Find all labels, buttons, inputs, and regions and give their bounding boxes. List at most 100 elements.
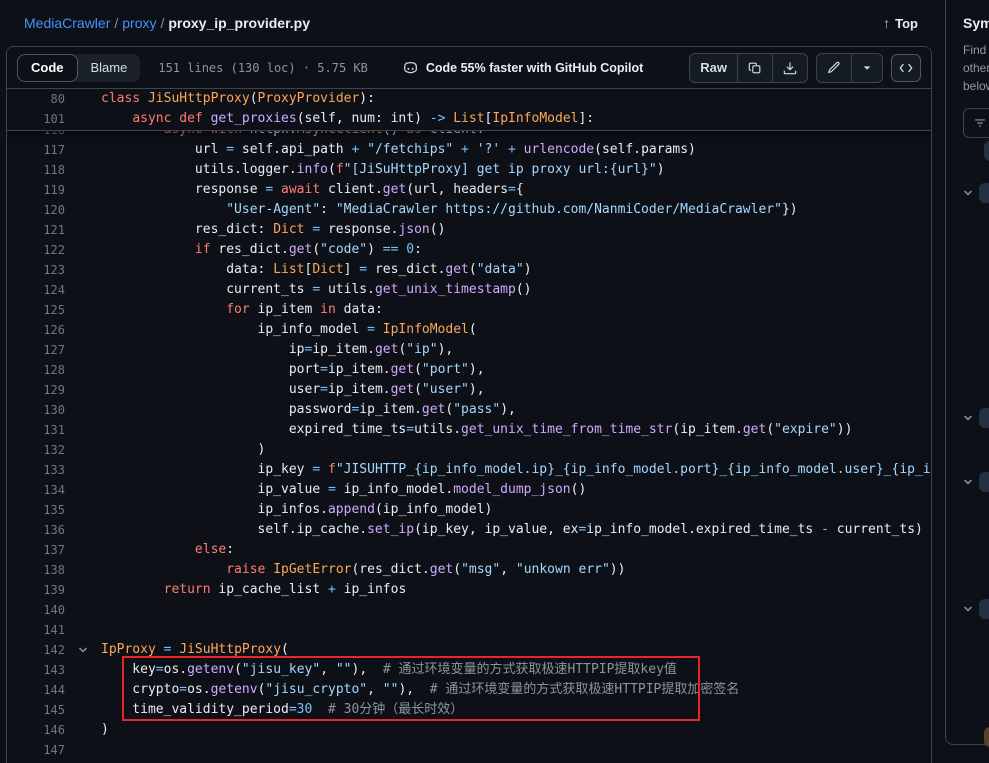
line-number[interactable]: 126	[7, 320, 69, 340]
line-number[interactable]: 121	[7, 220, 69, 240]
copilot-banner[interactable]: Code 55% faster with GitHub Copilot	[402, 59, 643, 76]
line-number[interactable]: 138	[7, 560, 69, 580]
code-text: )	[101, 440, 931, 460]
line-number[interactable]: 130	[7, 400, 69, 420]
symbol-pill[interactable]	[979, 472, 989, 492]
gutter	[69, 160, 101, 180]
line-number[interactable]: 137	[7, 540, 69, 560]
code-line-119: 119 response = await client.get(url, hea…	[7, 180, 931, 200]
symbol-pill[interactable]	[979, 408, 989, 428]
line-number[interactable]: 136	[7, 520, 69, 540]
line-number[interactable]: 131	[7, 420, 69, 440]
chevron-down-icon[interactable]	[962, 187, 974, 199]
gutter	[69, 660, 101, 680]
symbol-item[interactable]	[962, 141, 989, 161]
line-number[interactable]: 140	[7, 600, 69, 620]
line-number[interactable]: 125	[7, 300, 69, 320]
code-text	[101, 600, 931, 620]
edit-dropdown-button[interactable]	[851, 54, 882, 82]
chevron-down-icon[interactable]	[962, 412, 974, 424]
symbol-item[interactable]	[962, 727, 989, 747]
symbol-pill[interactable]	[979, 599, 989, 619]
line-number[interactable]: 120	[7, 200, 69, 220]
scroll-to-top-button[interactable]: ↑ Top	[883, 15, 918, 31]
line-number[interactable]: 127	[7, 340, 69, 360]
line-number[interactable]: 124	[7, 280, 69, 300]
edit-button[interactable]	[817, 54, 851, 82]
code-text: ip_value = ip_info_model.model_dump_json…	[101, 480, 931, 500]
gutter	[69, 380, 101, 400]
raw-button[interactable]: Raw	[690, 54, 737, 82]
gutter	[69, 540, 101, 560]
github-file-page: MediaCrawler/proxy/proxy_ip_provider.py …	[0, 0, 989, 763]
code-text: if res_dict.get("code") == 0:	[101, 240, 931, 260]
line-number[interactable]: 139	[7, 580, 69, 600]
line-number[interactable]: 119	[7, 180, 69, 200]
top-label: Top	[895, 16, 918, 31]
symbol-item[interactable]	[962, 408, 989, 428]
line-number[interactable]: 123	[7, 260, 69, 280]
symbols-filter-input[interactable]	[963, 108, 989, 138]
chevron-down-icon[interactable]	[962, 476, 974, 488]
line-number[interactable]: 135	[7, 500, 69, 520]
download-icon	[783, 61, 797, 75]
line-number[interactable]: 143	[7, 660, 69, 680]
line-number[interactable]: 147	[7, 740, 69, 760]
code-text	[101, 620, 931, 640]
download-button[interactable]	[772, 54, 807, 82]
gutter	[69, 320, 101, 340]
code-line-138: 138 raise IpGetError(res_dict.get("msg",…	[7, 560, 931, 580]
code-text: ip=ip_item.get("ip"),	[101, 340, 931, 360]
code-line-145: 145 time_validity_period=30 # 30分钟（最长时效）	[7, 700, 931, 720]
arrow-up-icon: ↑	[883, 15, 890, 31]
code-line-101: 101 async def get_proxies(self, num: int…	[7, 109, 931, 129]
code-line-117: 117 url = self.api_path + "/fetchips" + …	[7, 140, 931, 160]
code-line-121: 121 res_dict: Dict = response.json()	[7, 220, 931, 240]
symbol-item[interactable]	[962, 472, 989, 492]
line-number[interactable]: 141	[7, 620, 69, 640]
code-lines: 116 async with httpx.AsyncClient() as cl…	[7, 89, 931, 760]
line-number[interactable]: 128	[7, 360, 69, 380]
code-line-134: 134 ip_value = ip_info_model.model_dump_…	[7, 480, 931, 500]
line-number[interactable]: 117	[7, 140, 69, 160]
symbols-panel-title: Symbols	[963, 15, 989, 31]
code-text: crypto=os.getenv("jisu_crypto", ""), # 通…	[101, 680, 931, 700]
code-line-142: 142IpProxy = JiSuHttpProxy(	[7, 640, 931, 660]
line-number[interactable]: 122	[7, 240, 69, 260]
chevron-down-icon[interactable]	[962, 603, 974, 615]
code-line-136: 136 self.ip_cache.set_ip(ip_key, ip_valu…	[7, 520, 931, 540]
line-number[interactable]: 142	[7, 640, 69, 660]
symbol-item[interactable]	[962, 599, 989, 619]
line-number[interactable]: 101	[7, 109, 69, 129]
symbols-panel-toggle-button[interactable]	[891, 54, 921, 82]
code-line-141: 141	[7, 620, 931, 640]
line-number[interactable]: 129	[7, 380, 69, 400]
symbol-pill[interactable]	[984, 727, 989, 747]
symbol-pill[interactable]	[979, 183, 989, 203]
tab-code[interactable]: Code	[17, 54, 78, 82]
code-text: for ip_item in data:	[101, 300, 931, 320]
symbol-item[interactable]	[962, 183, 989, 203]
line-number[interactable]: 80	[7, 89, 69, 109]
line-number[interactable]: 118	[7, 160, 69, 180]
line-number[interactable]: 133	[7, 460, 69, 480]
code-text	[101, 740, 931, 760]
code-viewer: 116 async with httpx.AsyncClient() as cl…	[7, 89, 931, 763]
code-line-139: 139 return ip_cache_list + ip_infos	[7, 580, 931, 600]
raw-actions-group: Raw	[689, 53, 808, 83]
line-number[interactable]: 145	[7, 700, 69, 720]
breadcrumb-repo-link[interactable]: MediaCrawler	[24, 15, 110, 31]
symbol-pill[interactable]	[984, 141, 989, 161]
chevron-down-icon	[862, 63, 872, 73]
copy-button[interactable]	[737, 54, 772, 82]
breadcrumb-folder-link[interactable]: proxy	[122, 15, 156, 31]
line-number[interactable]: 132	[7, 440, 69, 460]
breadcrumb: MediaCrawler/proxy/proxy_ip_provider.py	[24, 15, 310, 31]
line-number[interactable]: 144	[7, 680, 69, 700]
line-number[interactable]: 134	[7, 480, 69, 500]
code-text: time_validity_period=30 # 30分钟（最长时效）	[101, 700, 931, 720]
code-line-131: 131 expired_time_ts=utils.get_unix_time_…	[7, 420, 931, 440]
tab-blame[interactable]: Blame	[78, 54, 141, 82]
line-number[interactable]: 146	[7, 720, 69, 740]
fold-toggle-icon[interactable]	[69, 640, 101, 660]
